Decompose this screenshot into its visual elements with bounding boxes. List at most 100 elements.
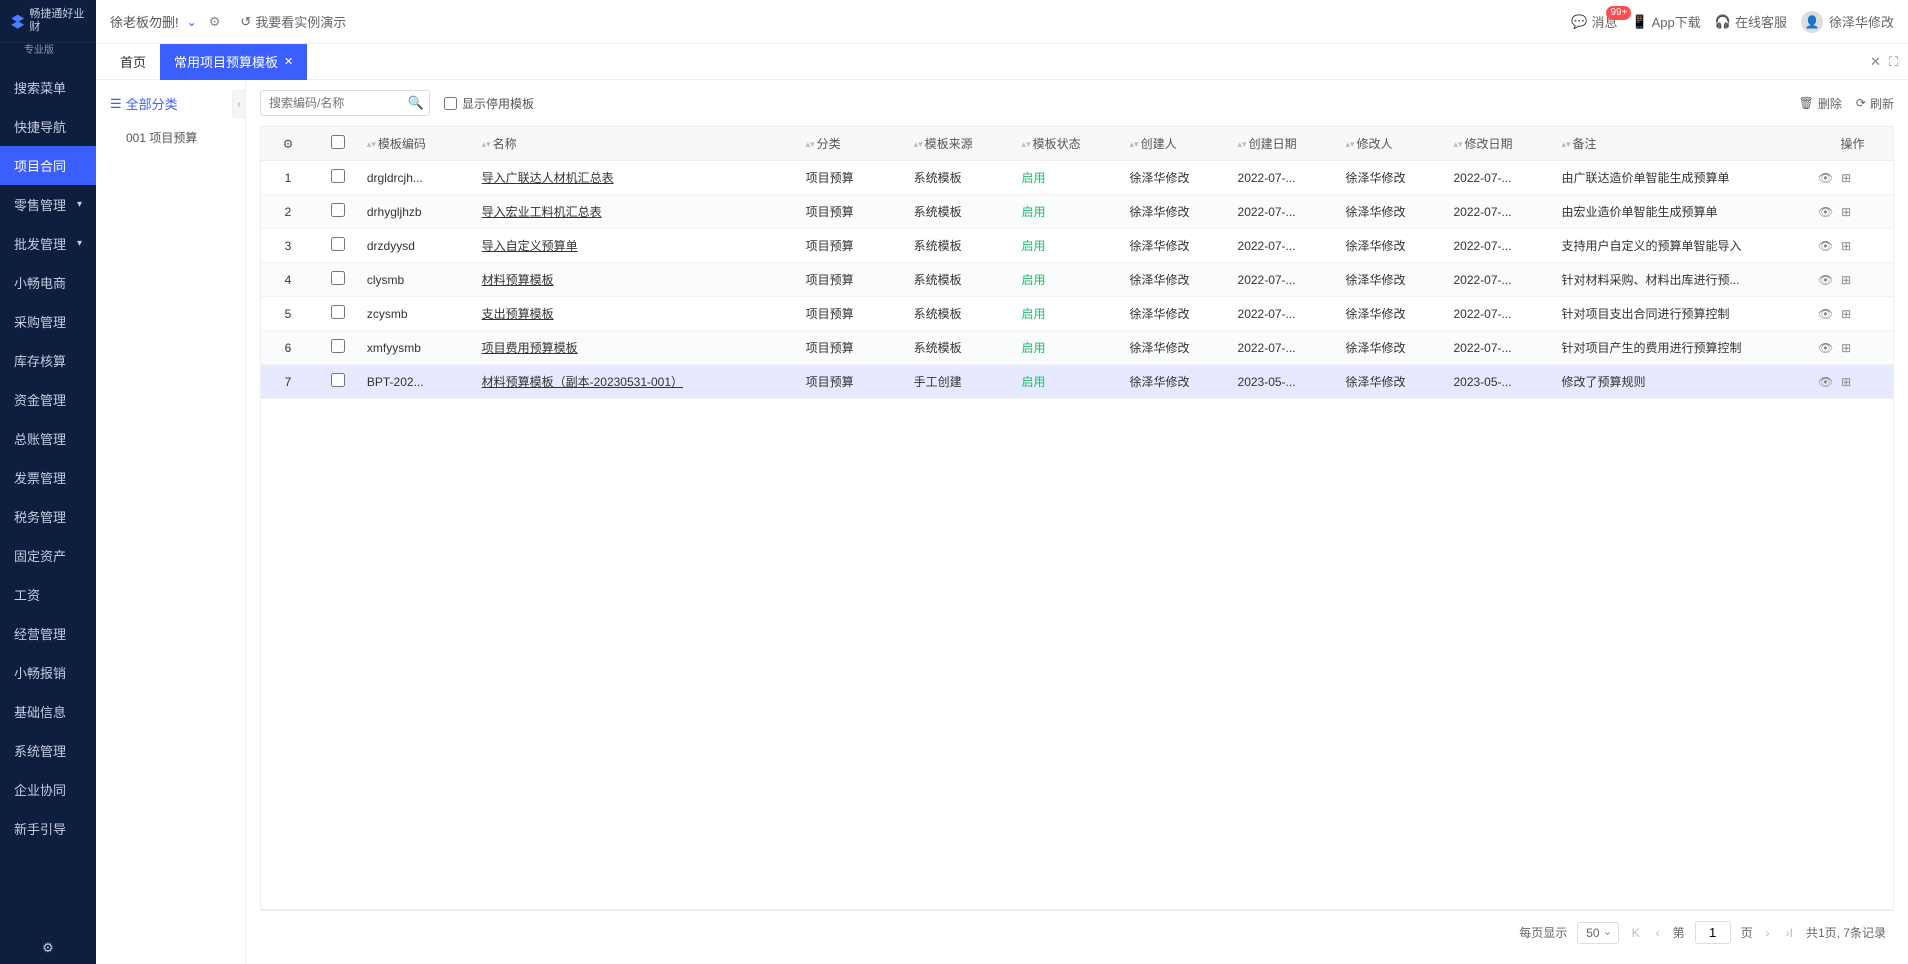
show-disabled-input[interactable] (444, 97, 457, 110)
sidebar-item-0[interactable]: 搜索菜单 (0, 68, 96, 107)
category-all[interactable]: ☰ 全部分类 (96, 90, 245, 123)
col-remark[interactable]: ▴▾备注 (1555, 127, 1811, 161)
cell-operation: 👁 ⊞ (1812, 331, 1893, 365)
col-creator[interactable]: ▴▾创建人 (1124, 127, 1232, 161)
col-category[interactable]: ▴▾分类 (800, 127, 908, 161)
user-menu[interactable]: 👤 徐泽华修改 (1801, 11, 1894, 33)
table-row[interactable]: 6 xmfyysmb 项目费用预算模板 项目预算 系统模板 启用 徐泽华修改 2… (261, 331, 1893, 365)
sidebar-item-17[interactable]: 系统管理 (0, 731, 96, 770)
col-create-date[interactable]: ▴▾创建日期 (1232, 127, 1340, 161)
settings-button[interactable]: ⚙ (0, 932, 96, 964)
sidebar-item-14[interactable]: 经营管理 (0, 614, 96, 653)
col-modify-date[interactable]: ▴▾修改日期 (1447, 127, 1555, 161)
sidebar-item-8[interactable]: 资金管理 (0, 380, 96, 419)
cell-create-date: 2022-07-... (1232, 263, 1340, 297)
row-checkbox[interactable] (331, 203, 345, 217)
view-icon[interactable]: 👁 (1818, 341, 1833, 355)
row-checkbox[interactable] (331, 271, 345, 285)
category-item[interactable]: 001 项目预算 (96, 123, 245, 152)
more-icon[interactable]: ⊞ (1841, 375, 1851, 389)
name-link[interactable]: 项目费用预算模板 (482, 341, 578, 355)
download-button[interactable]: 📱 App下载 (1631, 12, 1700, 31)
collapse-handle[interactable]: ‹ (232, 90, 246, 118)
view-icon[interactable]: 👁 (1818, 375, 1833, 389)
name-link[interactable]: 导入广联达人材机汇总表 (482, 171, 614, 185)
row-checkbox[interactable] (331, 339, 345, 353)
more-icon[interactable]: ⊞ (1841, 171, 1851, 185)
sidebar-item-18[interactable]: 企业协同 (0, 770, 96, 809)
sidebar-item-16[interactable]: 基础信息 (0, 692, 96, 731)
more-icon[interactable]: ⊞ (1841, 239, 1851, 253)
view-icon[interactable]: 👁 (1818, 205, 1833, 219)
row-checkbox[interactable] (331, 169, 345, 183)
next-page-button[interactable]: › (1763, 926, 1773, 940)
more-icon[interactable]: ⊞ (1841, 205, 1851, 219)
name-link[interactable]: 材料预算模板（副本-20230531-001） (482, 375, 683, 389)
refresh-button[interactable]: ⟳ 刷新 (1856, 95, 1894, 112)
sidebar-item-4[interactable]: 批发管理▾ (0, 224, 96, 263)
settings-icon[interactable]: ⚙ (209, 14, 221, 30)
table-row[interactable]: 7 BPT-202... 材料预算模板（副本-20230531-001） 项目预… (261, 365, 1893, 399)
table-row[interactable]: 4 clysmb 材料预算模板 项目预算 系统模板 启用 徐泽华修改 2022-… (261, 263, 1893, 297)
sidebar-item-5[interactable]: 小畅电商 (0, 263, 96, 302)
name-link[interactable]: 支出预算模板 (482, 307, 554, 321)
show-disabled-checkbox[interactable]: 显示停用模板 (444, 95, 534, 112)
chevron-down-icon[interactable]: ⌄ (187, 15, 197, 29)
tab-home[interactable]: 首页 (106, 44, 160, 80)
col-name[interactable]: ▴▾名称 (476, 127, 800, 161)
row-checkbox[interactable] (331, 305, 345, 319)
sidebar-item-11[interactable]: 税务管理 (0, 497, 96, 536)
page-input[interactable] (1695, 921, 1731, 944)
sidebar-item-7[interactable]: 库存核算 (0, 341, 96, 380)
sidebar-item-13[interactable]: 工资 (0, 575, 96, 614)
row-checkbox[interactable] (331, 373, 345, 387)
view-icon[interactable]: 👁 (1818, 239, 1833, 253)
demo-link[interactable]: ↺ 我要看实例演示 (240, 12, 346, 31)
name-link[interactable]: 导入自定义预算单 (482, 239, 578, 253)
view-icon[interactable]: 👁 (1818, 307, 1833, 321)
first-page-button[interactable]: K (1629, 926, 1643, 940)
col-code[interactable]: ▴▾模板编码 (361, 127, 476, 161)
message-button[interactable]: 💬 消息 99+ (1571, 12, 1617, 31)
sidebar-item-10[interactable]: 发票管理 (0, 458, 96, 497)
view-icon[interactable]: 👁 (1818, 273, 1833, 287)
table-row[interactable]: 1 drgldrcjh... 导入广联达人材机汇总表 项目预算 系统模板 启用 … (261, 161, 1893, 195)
table-row[interactable]: 3 drzdyysd 导入自定义预算单 项目预算 系统模板 启用 徐泽华修改 2… (261, 229, 1893, 263)
last-page-button[interactable]: ›I (1783, 926, 1796, 940)
col-gear[interactable]: ⚙ (261, 127, 315, 161)
name-link[interactable]: 导入宏业工料机汇总表 (482, 205, 602, 219)
tab-active[interactable]: 常用项目预算模板 ✕ (160, 44, 307, 80)
name-link[interactable]: 材料预算模板 (482, 273, 554, 287)
select-all-checkbox[interactable] (331, 135, 345, 149)
more-icon[interactable]: ⊞ (1841, 341, 1851, 355)
sidebar-item-12[interactable]: 固定资产 (0, 536, 96, 575)
more-icon[interactable]: ⊞ (1841, 307, 1851, 321)
row-checkbox[interactable] (331, 237, 345, 251)
cell-name: 导入广联达人材机汇总表 (476, 161, 800, 195)
sidebar-item-6[interactable]: 采购管理 (0, 302, 96, 341)
search-icon[interactable]: 🔍 (408, 95, 424, 111)
col-status[interactable]: ▴▾模板状态 (1016, 127, 1124, 161)
view-icon[interactable]: 👁 (1818, 171, 1833, 185)
sidebar-item-1[interactable]: 快捷导航 (0, 107, 96, 146)
service-button[interactable]: 🎧 在线客服 (1715, 12, 1787, 31)
delete-button[interactable]: 🗑 删除 (1799, 95, 1842, 112)
close-all-icon[interactable]: ✕ (1870, 54, 1881, 70)
cell-modifier: 徐泽华修改 (1340, 229, 1448, 263)
col-modifier[interactable]: ▴▾修改人 (1340, 127, 1448, 161)
table-row[interactable]: 2 drhygljhzb 导入宏业工料机汇总表 项目预算 系统模板 启用 徐泽华… (261, 195, 1893, 229)
table-row[interactable]: 5 zcysmb 支出预算模板 项目预算 系统模板 启用 徐泽华修改 2022-… (261, 297, 1893, 331)
sidebar-item-3[interactable]: 零售管理▾ (0, 185, 96, 224)
sidebar-item-9[interactable]: 总账管理 (0, 419, 96, 458)
sidebar-item-2[interactable]: 项目合同 (0, 146, 96, 185)
prev-page-button[interactable]: ‹ (1653, 926, 1663, 940)
sidebar-item-15[interactable]: 小畅报销 (0, 653, 96, 692)
sidebar-item-19[interactable]: 新手引导 (0, 809, 96, 848)
search-input[interactable] (260, 90, 430, 116)
more-icon[interactable]: ⊞ (1841, 273, 1851, 287)
close-icon[interactable]: ✕ (284, 55, 293, 68)
col-source[interactable]: ▴▾模板来源 (908, 127, 1016, 161)
col-checkbox[interactable] (315, 127, 361, 161)
per-page-select[interactable]: 50 (1577, 922, 1618, 944)
fullscreen-icon[interactable]: ⛶ (1889, 54, 1898, 70)
